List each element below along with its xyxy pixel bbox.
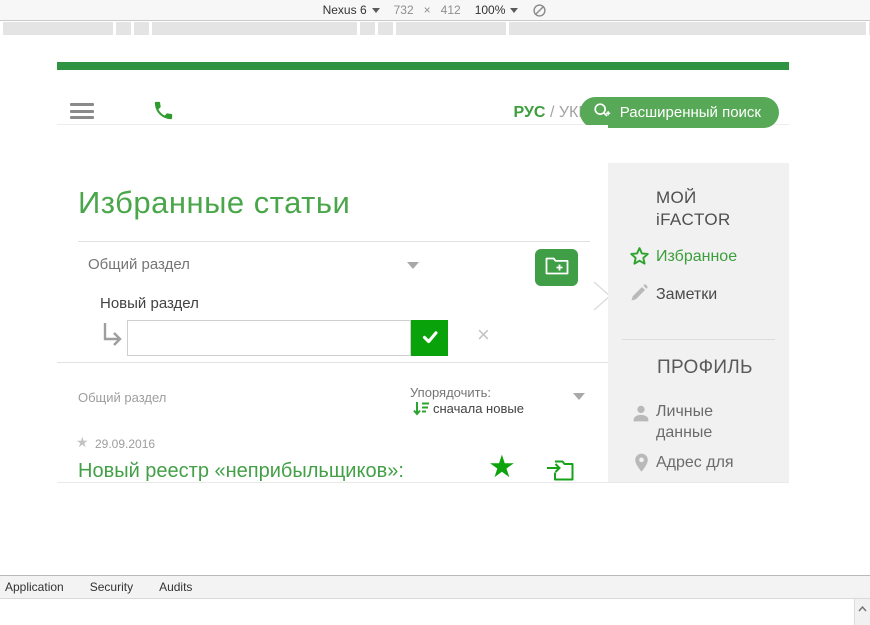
rotate-device-icon[interactable]	[532, 3, 547, 18]
new-folder-input[interactable]	[127, 320, 411, 356]
article-title-link[interactable]: Новый реестр «неприбыльщиков»:	[78, 460, 404, 482]
advanced-search-button[interactable]: Расширенный поиск	[579, 97, 779, 128]
sidebar-item-label: Избранное	[656, 248, 738, 265]
lang-separator: /	[549, 104, 555, 121]
media-query-bar[interactable]	[0, 22, 870, 35]
phone-icon[interactable]	[152, 99, 175, 127]
confirm-button[interactable]	[411, 320, 448, 356]
chevron-down-icon	[371, 7, 380, 13]
tab-security[interactable]: Security	[77, 580, 146, 594]
location-pin-icon	[632, 452, 651, 479]
sidebar-item-label: Личные данные	[656, 403, 714, 441]
unfavorite-star-button[interactable]: ★	[488, 451, 516, 482]
device-viewport: РУС / УКР Расширенный поиск Избранные ст…	[57, 62, 789, 482]
folder-select[interactable]: Общий раздел	[88, 256, 190, 273]
move-to-folder-icon[interactable]	[545, 458, 575, 482]
new-folder-label: Новый раздел	[100, 295, 199, 312]
page-title: Избранные статьи	[78, 185, 351, 220]
favorite-star-icon: ★	[76, 434, 89, 450]
elements-panel-line: жения в бюджетом и донорскими Распростра…	[0, 614, 854, 625]
sidebar-item-label: Заметки	[656, 286, 718, 303]
checkmark-icon	[419, 326, 441, 351]
article-date: 29.09.2016	[95, 437, 156, 451]
devtools-tab-bar: Application Security Audits	[0, 576, 870, 599]
sidebar-item-favorites[interactable]: Избранное	[608, 243, 789, 273]
main-column: Избранные статьи Общий раздел Новый разд…	[57, 125, 608, 482]
cancel-icon[interactable]: ×	[477, 324, 490, 346]
zoom-selector[interactable]: 100%	[475, 3, 519, 17]
device-name: Nexus 6	[322, 3, 367, 17]
device-selector[interactable]: Nexus 6	[323, 3, 380, 17]
language-switcher: РУС / УКР	[514, 104, 589, 122]
section-label: Общий раздел	[78, 390, 167, 405]
device-toolbar: Nexus 6 732 × 412 100%	[0, 0, 870, 21]
devtools-bottom-panel: Application Security Audits жения в бюдж…	[0, 575, 870, 625]
sidebar-item-label: Адрес для	[656, 454, 734, 471]
advanced-search-label: Расширенный поиск	[619, 104, 761, 121]
enter-arrow-icon	[100, 321, 124, 352]
lang-rus[interactable]: РУС	[514, 104, 546, 121]
scrollbar-up-button[interactable]	[854, 599, 870, 625]
person-icon	[630, 403, 652, 430]
sort-icon	[413, 400, 430, 422]
divider	[622, 339, 775, 340]
viewport-height-field[interactable]: 412	[441, 3, 461, 17]
sidebar-title: МОЙ iFACTOR	[656, 188, 731, 229]
folder-plus-icon	[544, 255, 570, 280]
divider	[57, 362, 608, 363]
chevron-down-icon	[510, 7, 519, 13]
sidebar-item-notes[interactable]: Заметки	[608, 281, 789, 311]
menu-icon[interactable]	[70, 103, 94, 119]
site-header: РУС / УКР Расширенный поиск	[57, 70, 789, 128]
viewport-width-field[interactable]: 732	[394, 3, 414, 17]
viewport-size: 732 × 412	[394, 3, 461, 17]
times-icon: ×	[423, 3, 431, 17]
divider	[78, 241, 590, 242]
zoom-value: 100%	[474, 3, 506, 17]
star-outline-icon	[628, 245, 651, 273]
search-plus-icon	[592, 101, 612, 125]
chevron-down-icon[interactable]	[573, 393, 585, 400]
tab-application[interactable]: Application	[0, 580, 77, 594]
sidebar-profile-title: ПРОФИЛЬ	[657, 357, 753, 378]
chevron-down-icon[interactable]	[407, 262, 419, 269]
pencil-icon	[628, 283, 649, 309]
site-top-accent-bar	[57, 62, 789, 70]
tab-audits[interactable]: Audits	[146, 580, 205, 594]
sidebar: МОЙ iFACTOR Избранное Заметки ПРОФИЛЬ Ли…	[593, 163, 789, 482]
sort-select[interactable]: сначала новые	[433, 401, 524, 416]
sort-label: Упорядочить:	[410, 385, 491, 400]
add-folder-button[interactable]	[535, 249, 578, 286]
